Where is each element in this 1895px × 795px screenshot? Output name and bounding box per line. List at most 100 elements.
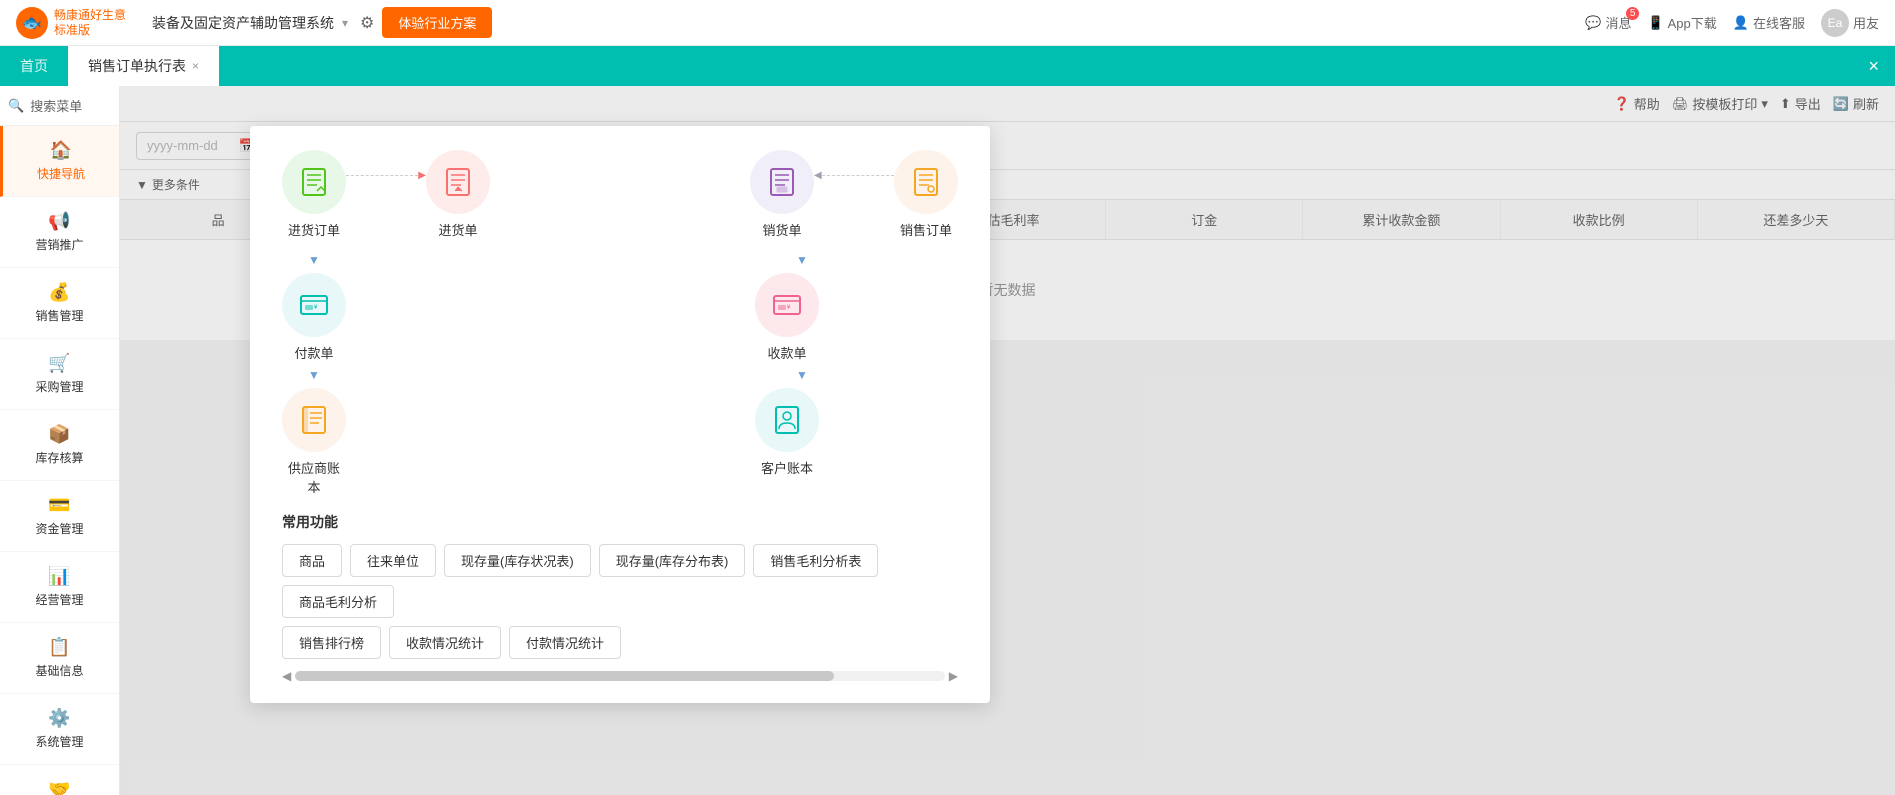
quicknav-icon: 🏠 [50,140,72,161]
flow-item-sales-bill[interactable]: 销货单 [750,150,814,239]
common-funcs: 常用功能 商品 往来单位 现存量(库存状况表) 现存量(库存分布表) 销售毛利分… [282,512,958,659]
flow-item-purchase-bill[interactable]: 进货单 [426,150,490,239]
content-area: ❓ 帮助 🖨 按模板打印 ▾ ⬆ 导出 🔄 刷新 yyyy-mm-dd 📅 [120,86,1895,795]
flow-item-supplier-ledger[interactable]: 供应商账本 [282,388,346,496]
func-btn-sales-rank[interactable]: 销售排行榜 [282,626,381,659]
search-label: 搜索菜单 [30,96,82,115]
sidebar: 🔍 搜索菜单 🏠 快捷导航 📢 营销推广 💰 销售管理 🛒 采购管理 📦 库存核… [0,86,120,795]
purchase-order-circle [282,150,346,214]
sidebar-item-operations[interactable]: 📊 经营管理 [0,552,119,623]
sales-bill-label: 销货单 [762,220,801,239]
flow-col-sales-side: ▼ ¥ 收款单 [346,247,958,362]
sidebar-item-marketing[interactable]: 📢 营销推广 [0,197,119,268]
tab-close-icon[interactable]: × [192,59,199,73]
common-funcs-title: 常用功能 [282,512,958,532]
purchase-bill-circle [426,150,490,214]
sidebar-item-finance[interactable]: 💳 资金管理 [0,481,119,552]
sidebar-item-enterprise[interactable]: 🤝 企业协同 [0,765,119,795]
payment-bill-label: 付款单 [294,343,333,362]
sales-icon: 💰 [48,282,70,303]
logo-text: 畅康通好生意 标准版 [54,8,126,37]
nav-tabs: 首页 销售订单执行表 × × [0,46,1895,86]
main-layout: 🔍 搜索菜单 🏠 快捷导航 📢 营销推广 💰 销售管理 🛒 采购管理 📦 库存核… [0,86,1895,795]
arrow-down-receipt: ▼ [646,247,958,273]
settings-icon[interactable]: ⚙ [360,13,374,33]
func-btn-product-margin[interactable]: 商品毛利分析 [282,585,394,618]
sidebar-item-system[interactable]: ⚙️ 系统管理 [0,694,119,765]
close-all-tabs-btn[interactable]: × [1868,56,1879,77]
payment-bill-circle: ¥ [282,273,346,337]
func-btn-payment-stats[interactable]: 付款情况统计 [509,626,621,659]
svg-text:¥: ¥ [787,305,791,311]
sidebar-item-basic-info[interactable]: 📋 基础信息 [0,623,119,694]
flow-item-purchase-order[interactable]: 进货订单 [282,150,346,239]
sidebar-item-operations-label: 经营管理 [35,591,83,608]
app-label: App下载 [1668,13,1717,32]
func-buttons-row1: 商品 往来单位 现存量(库存状况表) 现存量(库存分布表) 销售毛利分析表 商品… [282,544,958,618]
func-btn-stock-status[interactable]: 现存量(库存状况表) [444,544,591,577]
flow-item-sales-order[interactable]: 销售订单 [894,150,958,239]
modal-quicknav: 进货订单 ▶ [250,126,990,703]
sidebar-search[interactable]: 🔍 搜索菜单 [0,86,119,126]
online-service-btn[interactable]: 👤 在线客服 [1733,13,1805,32]
sidebar-item-basic-info-label: 基础信息 [35,662,83,679]
scroll-track [295,671,945,681]
sidebar-item-marketing-label: 营销推广 [35,236,83,253]
sidebar-item-sales-label: 销售管理 [35,307,83,324]
receipt-bill-icon: ¥ [770,288,804,322]
system-dropdown-arrow[interactable]: ▾ [342,16,348,30]
header-right: 💬 消息 5 📱 App下载 👤 在线客服 Ea 用友 [1585,9,1879,37]
func-btn-product[interactable]: 商品 [282,544,342,577]
customer-ledger-icon [770,403,804,437]
customer-ledger-circle [755,388,819,452]
sidebar-item-quicknav-label: 快捷导航 [37,165,85,182]
modal-scrollbar-row: ◀ ▶ [282,669,958,683]
flow-diagram-bottom: ▼ 供应商账本 [282,362,958,496]
sidebar-item-purchase[interactable]: 🛒 采购管理 [0,339,119,410]
tab-sales-execution-label: 销售订单执行表 [88,56,186,76]
flow-col-purchase-side: ▼ ¥ 付款单 [282,247,346,362]
top-header: 🐟 畅康通好生意 标准版 装备及固定资产辅助管理系统 ▾ ⚙ 体验行业方案 💬 … [0,0,1895,46]
tab-sales-execution[interactable]: 销售订单执行表 × [68,46,219,86]
flow-item-customer-ledger[interactable]: 客户账本 [616,388,958,477]
arrow-salesorder-to-salesbill: ◀ [814,170,894,181]
trial-btn[interactable]: 体验行业方案 [382,7,492,38]
header-left: 🐟 畅康通好生意 标准版 装备及固定资产辅助管理系统 ▾ ⚙ 体验行业方案 [16,7,492,39]
logo-icon: 🐟 [16,7,48,39]
func-btn-receipt-stats[interactable]: 收款情况统计 [389,626,501,659]
sidebar-item-quicknav[interactable]: 🏠 快捷导航 [0,126,119,197]
marketing-icon: 📢 [48,211,70,232]
svg-text:¥: ¥ [314,305,318,311]
operations-icon: 📊 [48,566,70,587]
app-download-btn[interactable]: 📱 App下载 [1647,13,1716,32]
flow-diagram-top: 进货订单 ▶ [282,150,958,239]
supplier-ledger-icon [297,403,331,437]
purchase-bill-label: 进货单 [438,220,477,239]
flow-item-payment-bill[interactable]: ¥ 付款单 [282,273,346,362]
sidebar-item-sales[interactable]: 💰 销售管理 [0,268,119,339]
message-btn[interactable]: 💬 消息 5 [1585,13,1631,32]
user-label: 用友 [1853,13,1879,32]
scroll-right-btn[interactable]: ▶ [949,669,958,683]
arrow-down-payment: ▼ [308,247,320,273]
flow-item-receipt-bill[interactable]: ¥ 收款单 [616,273,958,362]
service-label: 在线客服 [1753,13,1805,32]
flow-diagram-middle: ▼ ¥ 付款单 [282,247,958,362]
tab-home[interactable]: 首页 [0,46,68,86]
scroll-thumb [295,671,834,681]
func-btn-sales-margin[interactable]: 销售毛利分析表 [753,544,878,577]
flow-col-supplier-ledger: ▼ 供应商账本 [282,362,346,496]
flow-col-customer-side: ▼ 客户账本 [346,362,958,496]
payment-bill-icon: ¥ [297,288,331,322]
sidebar-item-inventory[interactable]: 📦 库存核算 [0,410,119,481]
message-badge: 5 [1626,7,1640,20]
user-area[interactable]: Ea 用友 [1821,9,1879,37]
func-btn-partner[interactable]: 往来单位 [350,544,436,577]
supplier-ledger-label: 供应商账本 [282,458,346,496]
system-icon: ⚙️ [48,708,70,729]
sidebar-item-purchase-label: 采购管理 [35,378,83,395]
scroll-left-btn[interactable]: ◀ [282,669,291,683]
logo-line2: 标准版 [54,23,126,37]
sales-order-label: 销售订单 [900,220,952,239]
func-btn-stock-dist[interactable]: 现存量(库存分布表) [599,544,746,577]
